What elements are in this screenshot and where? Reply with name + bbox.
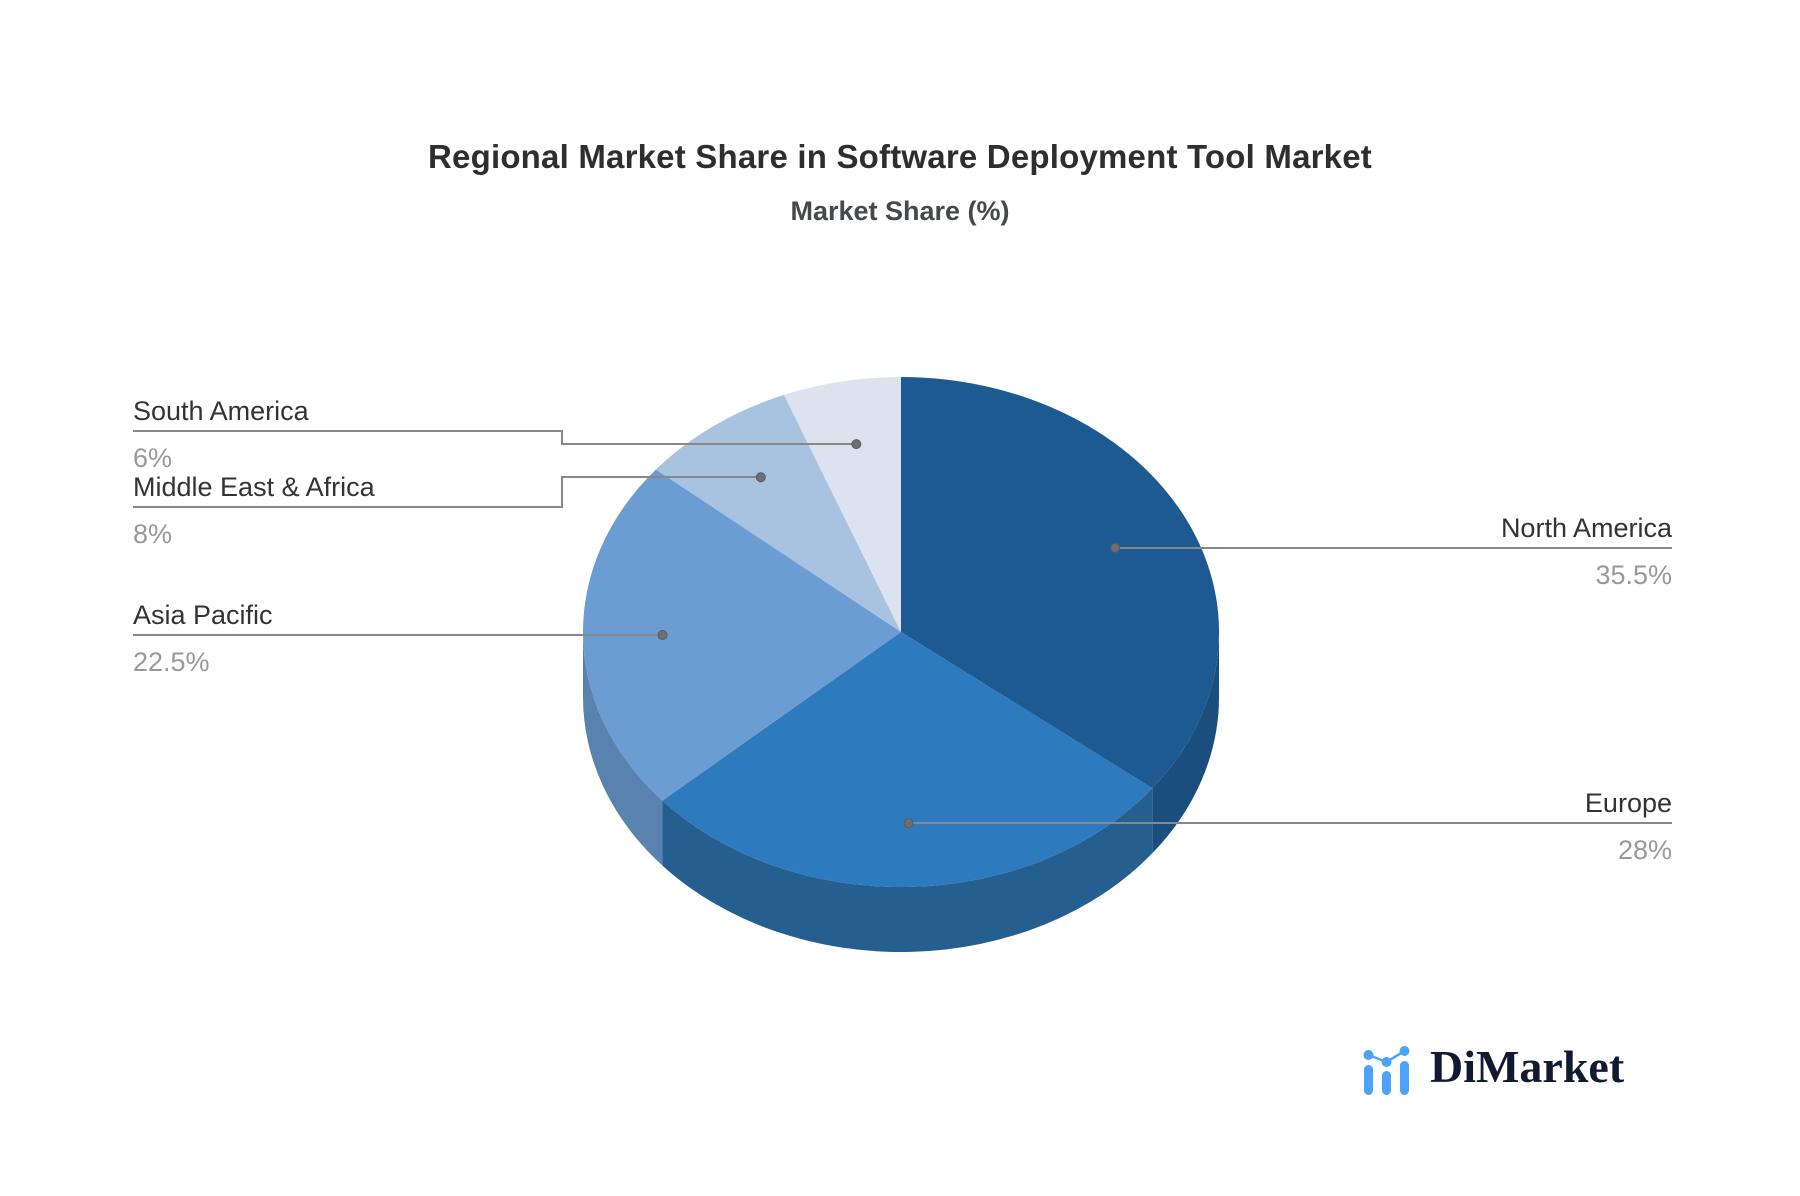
slice-marker-north-america [1111,543,1120,552]
slice-label-value: 35.5% [1501,560,1672,590]
slice-label-europe: Europe 28% [1585,786,1672,865]
slice-marker-south-america [852,440,861,449]
slice-label-south-america: South America 6% [133,394,309,473]
slice-label-north-america: North America 35.5% [1501,511,1672,590]
slice-label-name: Middle East & Africa [133,470,375,504]
slice-label-value: 6% [133,443,309,473]
slice-label-name: Asia Pacific [133,598,273,632]
slice-label-value: 8% [133,519,375,549]
chart-page: Regional Market Share in Software Deploy… [0,0,1800,1196]
logo-text: DiMarket [1430,1038,1624,1096]
dimarket-logo: DiMarket [1360,1038,1624,1096]
bar-line-chart-icon [1360,1039,1418,1095]
slice-label-asia-pacific: Asia Pacific 22.5% [133,598,273,677]
slice-label-value: 28% [1585,835,1672,865]
slice-label-middle-east-africa: Middle East & Africa 8% [133,470,375,549]
slice-label-name: Europe [1585,786,1672,820]
slice-label-value: 22.5% [133,647,273,677]
slice-label-name: North America [1501,511,1672,545]
slice-marker-middle-east-africa [756,473,765,482]
slice-marker-europe [904,819,913,828]
slice-marker-asia-pacific [658,631,667,640]
slice-label-name: South America [133,394,309,428]
